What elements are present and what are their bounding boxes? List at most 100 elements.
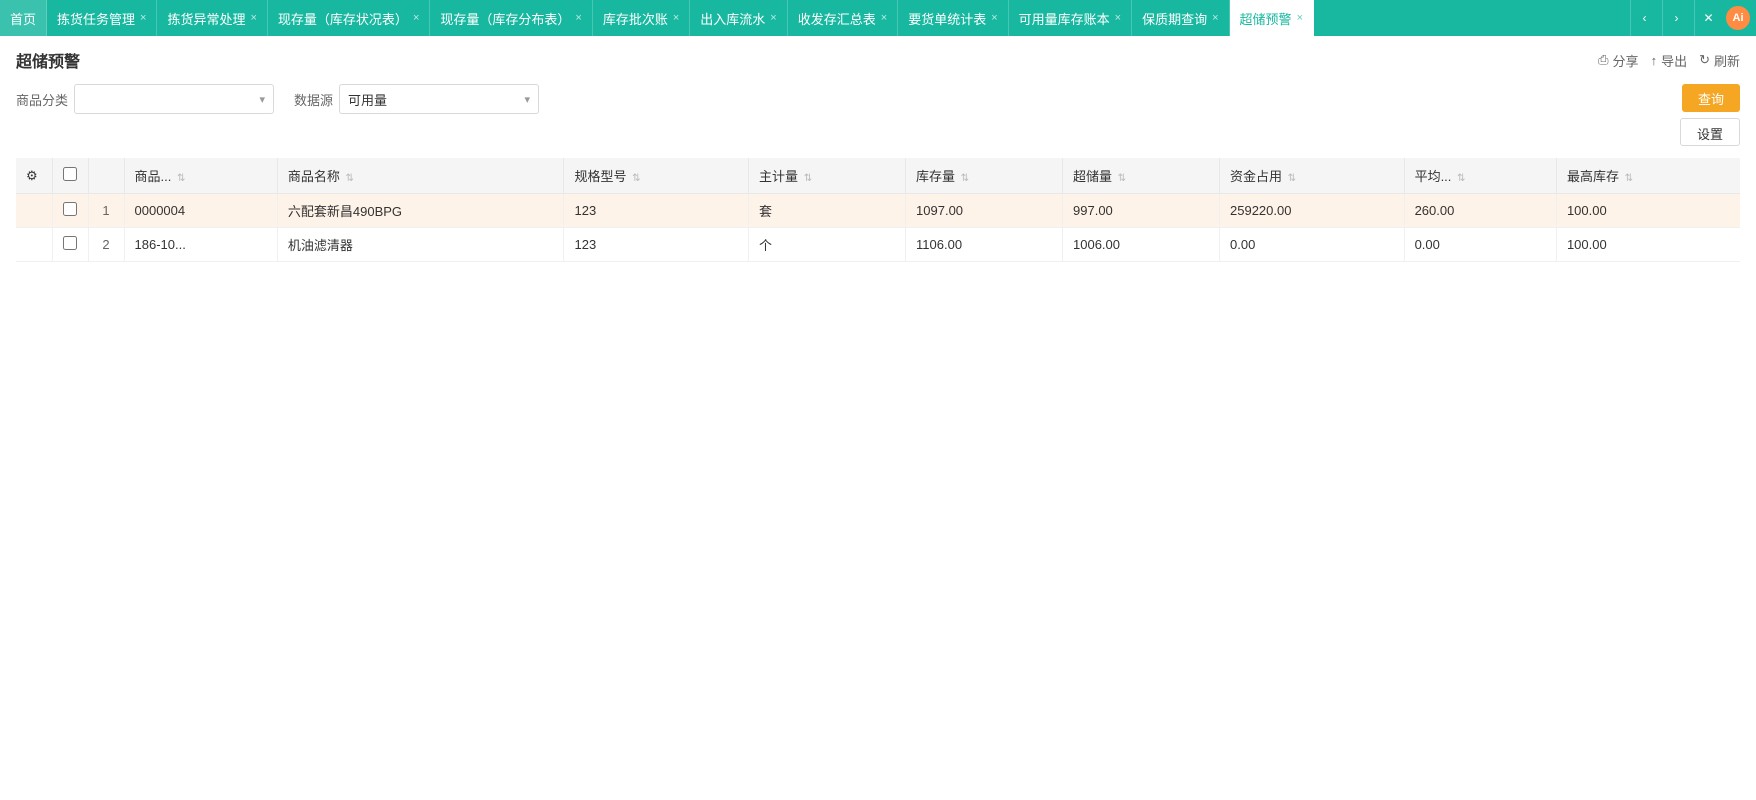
row-stock-cell: 1097.00 — [906, 194, 1063, 228]
spec-column-header[interactable]: 规格型号 ⇅ — [564, 158, 749, 194]
avg-column-header[interactable]: 平均... ⇅ — [1404, 158, 1556, 194]
page-title: 超储预警 — [16, 48, 80, 72]
sort-icon: ⇅ — [1118, 173, 1126, 184]
data-table: ⚙ 商品... ⇅ 商品名称 ⇅ 规格型号 ⇅ 主计量 — [16, 158, 1740, 262]
export-button[interactable]: ↑ 导出 — [1651, 51, 1688, 70]
capital-column-header[interactable]: 资金占用 ⇅ — [1220, 158, 1405, 194]
chevron-down-icon: ▾ — [525, 93, 531, 106]
name-header-label: 商品名称 — [288, 169, 340, 184]
row-name-cell: 机油滤清器 — [277, 228, 564, 262]
nav-summary[interactable]: 收发存汇总表 × — [788, 0, 898, 36]
row-unit-cell: 套 — [749, 194, 906, 228]
gear-column-header[interactable]: ⚙ — [16, 158, 52, 194]
maxstock-header-label: 最高库存 — [1567, 169, 1619, 184]
table-row: 2 186-10... 机油滤清器 123 个 1106.00 1006.00 … — [16, 228, 1740, 262]
row-gear-cell — [16, 228, 52, 262]
refresh-label: 刷新 — [1714, 51, 1740, 70]
filter-left: 商品分类 ▾ 数据源 可用量 ▾ — [16, 84, 539, 114]
row-checkbox-cell[interactable] — [52, 228, 88, 262]
close-icon[interactable]: × — [770, 12, 776, 24]
nav-batch-label: 库存批次账 — [603, 9, 668, 28]
row-avg-cell: 0.00 — [1404, 228, 1556, 262]
capital-header-label: 资金占用 — [1230, 169, 1282, 184]
spec-header-label: 规格型号 — [574, 169, 626, 184]
nav-stock-dist-label: 现存量（库存分布表） — [440, 9, 570, 28]
nav-inout-label: 出入库流水 — [700, 9, 765, 28]
nav-arrow-right[interactable]: › — [1662, 0, 1690, 36]
code-column-header[interactable]: 商品... ⇅ — [124, 158, 277, 194]
sort-icon: ⇅ — [1288, 173, 1296, 184]
nav-overstock-label: 超储预警 — [1240, 9, 1292, 28]
close-icon[interactable]: × — [1212, 12, 1218, 24]
query-button[interactable]: 查询 — [1682, 84, 1740, 112]
nav-avail-stock[interactable]: 可用量库存账本 × — [1009, 0, 1132, 36]
nav-pick-task-label: 拣货任务管理 — [57, 9, 135, 28]
nav-summary-label: 收发存汇总表 — [798, 9, 876, 28]
name-column-header[interactable]: 商品名称 ⇅ — [277, 158, 564, 194]
nav-overstock[interactable]: 超储预警 × — [1230, 0, 1314, 36]
avatar-text: Ai — [1733, 12, 1744, 24]
nav-arrow-left[interactable]: ‹ — [1630, 0, 1658, 36]
nav-stock-status[interactable]: 现存量（库存状况表） × — [268, 0, 430, 36]
nav-pick-exception[interactable]: 拣货异常处理 × — [157, 0, 267, 36]
nav-batch[interactable]: 库存批次账 × — [593, 0, 690, 36]
row-over-cell: 997.00 — [1063, 194, 1220, 228]
close-icon[interactable]: × — [1115, 12, 1121, 24]
nav-stock-status-label: 现存量（库存状况表） — [278, 9, 408, 28]
export-label: 导出 — [1661, 51, 1687, 70]
avatar[interactable]: Ai — [1726, 6, 1750, 30]
nav-stock-dist[interactable]: 现存量（库存分布表） × — [430, 0, 592, 36]
nav-arrow-close[interactable]: ✕ — [1694, 0, 1722, 36]
close-icon[interactable]: × — [250, 12, 256, 24]
sort-icon: ⇅ — [961, 173, 969, 184]
close-icon[interactable]: × — [413, 12, 419, 24]
nav-avail-stock-label: 可用量库存账本 — [1019, 9, 1110, 28]
row-checkbox[interactable] — [63, 202, 77, 216]
share-button[interactable]: ⎙ 分享 — [1598, 51, 1638, 70]
nav-home-label: 首页 — [10, 9, 36, 28]
unit-column-header[interactable]: 主计量 ⇅ — [749, 158, 906, 194]
category-select[interactable]: ▾ — [74, 84, 274, 114]
close-icon[interactable]: × — [1297, 12, 1303, 24]
over-column-header[interactable]: 超储量 ⇅ — [1063, 158, 1220, 194]
settings-button[interactable]: 设置 — [1680, 118, 1740, 146]
nav-inout[interactable]: 出入库流水 × — [690, 0, 787, 36]
nav-expiry-label: 保质期查询 — [1142, 9, 1207, 28]
category-label: 商品分类 — [16, 90, 68, 109]
row-unit-cell: 个 — [749, 228, 906, 262]
nav-order-stat[interactable]: 要货单统计表 × — [898, 0, 1008, 36]
refresh-icon: ↻ — [1699, 52, 1710, 68]
row-code-cell: 0000004 — [124, 194, 277, 228]
over-header-label: 超储量 — [1073, 169, 1112, 184]
close-icon[interactable]: × — [881, 12, 887, 24]
close-icon[interactable]: × — [575, 12, 581, 24]
filter-right: 查询 设置 — [1680, 84, 1740, 146]
row-spec-cell: 123 — [564, 194, 749, 228]
close-icon[interactable]: × — [991, 12, 997, 24]
select-all-checkbox[interactable] — [63, 167, 77, 181]
row-checkbox[interactable] — [63, 236, 77, 250]
filter-row: 商品分类 ▾ 数据源 可用量 ▾ 查询 设置 — [16, 84, 1740, 146]
nav-expiry[interactable]: 保质期查询 × — [1132, 0, 1229, 36]
datasource-label: 数据源 — [294, 90, 333, 109]
nav-pick-task[interactable]: 拣货任务管理 × — [47, 0, 157, 36]
avg-header-label: 平均... — [1415, 169, 1452, 184]
stock-column-header[interactable]: 库存量 ⇅ — [906, 158, 1063, 194]
topbar-right: ‹ › ✕ Ai — [1630, 0, 1756, 36]
nav-home[interactable]: 首页 — [0, 0, 47, 36]
nav-pick-exception-label: 拣货异常处理 — [167, 9, 245, 28]
row-name-cell: 六配套新昌490BPG — [277, 194, 564, 228]
page-content: 超储预警 ⎙ 分享 ↑ 导出 ↻ 刷新 商品分类 ▾ — [0, 36, 1756, 274]
header-actions: ⎙ 分享 ↑ 导出 ↻ 刷新 — [1598, 51, 1740, 70]
row-spec-cell: 123 — [564, 228, 749, 262]
close-icon[interactable]: × — [673, 12, 679, 24]
row-checkbox-cell[interactable] — [52, 194, 88, 228]
row-maxstock-cell: 100.00 — [1556, 228, 1740, 262]
maxstock-column-header[interactable]: 最高库存 ⇅ — [1556, 158, 1740, 194]
datasource-value: 可用量 — [348, 90, 387, 109]
row-avg-cell: 260.00 — [1404, 194, 1556, 228]
refresh-button[interactable]: ↻ 刷新 — [1699, 51, 1740, 70]
datasource-select[interactable]: 可用量 ▾ — [339, 84, 539, 114]
close-icon[interactable]: × — [140, 12, 146, 24]
checkbox-column-header — [52, 158, 88, 194]
